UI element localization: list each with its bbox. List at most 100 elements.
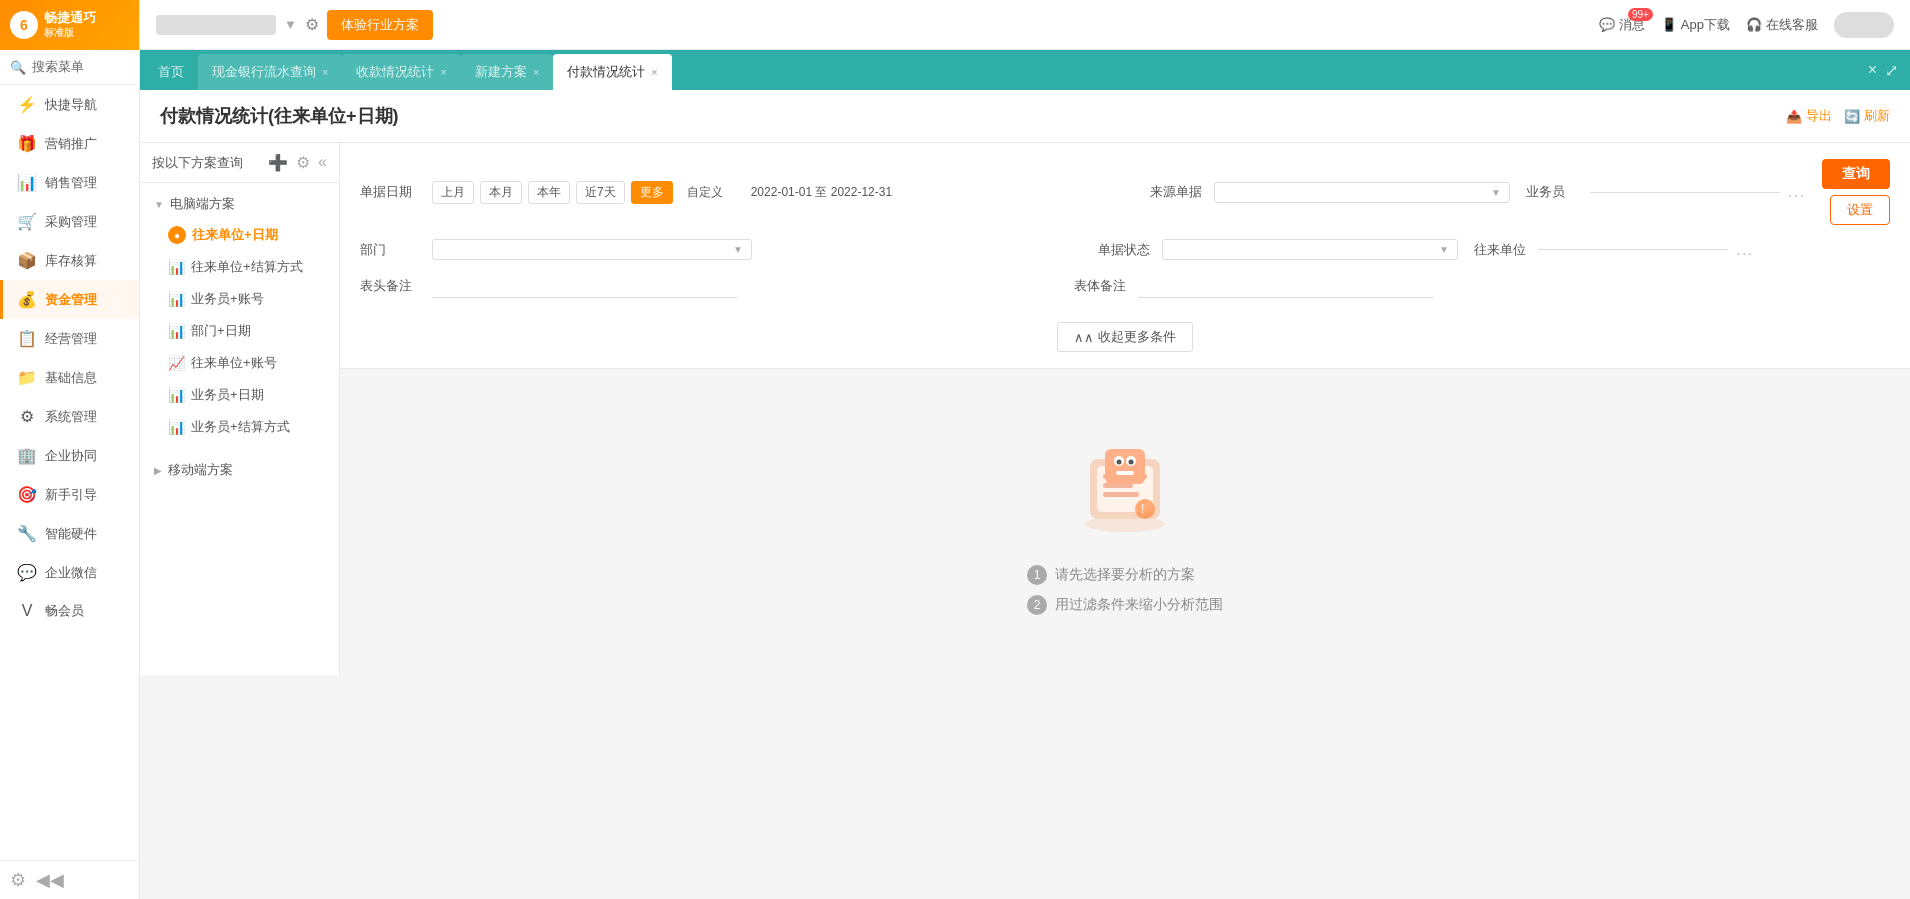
- date-btn-this-year[interactable]: 本年: [528, 181, 570, 204]
- salesperson-ellipsis[interactable]: ...: [1788, 184, 1806, 200]
- page-actions: 📤 导出 🔄 刷新: [1786, 107, 1890, 125]
- sidebar-item-system[interactable]: ⚙ 系统管理: [0, 397, 139, 436]
- tab-home[interactable]: 首页: [144, 54, 198, 90]
- date-btn-last-month[interactable]: 上月: [432, 181, 474, 204]
- tab-payment-stats[interactable]: 收款情况统计 ×: [342, 54, 460, 90]
- sidebar-search[interactable]: 🔍 搜索菜单: [0, 50, 139, 85]
- topbar-settings-icon[interactable]: ⚙: [305, 15, 319, 34]
- table-header-note-input[interactable]: [432, 274, 737, 298]
- quick-nav-label: 快捷导航: [45, 96, 97, 114]
- sidebar-item-wechat[interactable]: 💬 企业微信: [0, 553, 139, 592]
- marketing-label: 营销推广: [45, 135, 97, 153]
- system-icon: ⚙: [17, 407, 37, 426]
- topbar: ▼ ⚙ 体验行业方案 💬 消息 99+ 📱 App下载 🎧 在线客服: [140, 0, 1910, 50]
- sidebar-item-corp[interactable]: 🏢 企业协同: [0, 436, 139, 475]
- tab-new-plan-close[interactable]: ×: [533, 66, 539, 78]
- tab-expand-button[interactable]: ⤢: [1885, 61, 1898, 80]
- guide-label: 新手引导: [45, 486, 97, 504]
- query-actions: 查询 设置: [1822, 159, 1890, 225]
- plan-item-salesperson-date[interactable]: 📊 业务员+日期: [140, 379, 339, 411]
- plan-item-dept-date-label: 部门+日期: [191, 322, 251, 340]
- panel-add-icon[interactable]: ➕: [268, 153, 288, 172]
- sales-icon: 📊: [17, 173, 37, 192]
- table-header-note-label: 表头备注: [360, 277, 416, 295]
- tab-close-window-button[interactable]: ×: [1868, 61, 1877, 79]
- tabs-bar: 首页 现金银行流水查询 × 收款情况统计 × 新建方案 × 付款情况统计 × ×…: [140, 50, 1910, 90]
- desktop-section-title[interactable]: ▼ 电脑端方案: [140, 189, 339, 219]
- tab-bank-flow-label: 现金银行流水查询: [212, 63, 316, 81]
- tab-bank-flow-close[interactable]: ×: [322, 66, 328, 78]
- empty-tip-2: 2 用过滤条件来缩小分析范围: [1027, 595, 1223, 615]
- table-body-note-input[interactable]: [1138, 274, 1434, 298]
- system-label: 系统管理: [45, 408, 97, 426]
- app-name: 畅捷通巧: [44, 10, 96, 26]
- filter-date-btns: 上月 本月 本年 近7天 更多 自定义: [432, 181, 731, 204]
- filter-area: 单据日期 上月 本月 本年 近7天 更多 自定义 2022-01-01 至 20…: [340, 143, 1910, 369]
- user-avatar[interactable]: [1834, 12, 1894, 38]
- mobile-section-title[interactable]: ▶ 移动端方案: [140, 455, 339, 485]
- app-download-badge[interactable]: 📱 App下载: [1661, 16, 1730, 34]
- message-badge[interactable]: 💬 消息 99+: [1599, 16, 1645, 34]
- trial-button[interactable]: 体验行业方案: [327, 10, 433, 40]
- app-download-icon: 📱: [1661, 17, 1677, 32]
- sidebar-item-finance[interactable]: 💰 资金管理: [0, 280, 139, 319]
- sidebar-item-quick-nav[interactable]: ⚡ 快捷导航: [0, 85, 139, 124]
- plan-item-salesperson-settlement[interactable]: 📊 业务员+结算方式: [140, 411, 339, 443]
- sidebar-item-purchase[interactable]: 🛒 采购管理: [0, 202, 139, 241]
- footer-collapse-icon[interactable]: ◀◀: [36, 869, 64, 891]
- topbar-left: ▼ ⚙ 体验行业方案: [156, 10, 1587, 40]
- tab-new-plan[interactable]: 新建方案 ×: [461, 54, 553, 90]
- page-title: 付款情况统计(往来单位+日期): [160, 104, 399, 128]
- footer-settings-icon[interactable]: ⚙: [10, 869, 26, 891]
- dept-select-arrow: ▼: [733, 244, 743, 255]
- operations-label: 经营管理: [45, 330, 97, 348]
- doc-status-select[interactable]: ▼: [1162, 239, 1458, 260]
- wechat-icon: 💬: [17, 563, 37, 582]
- sidebar-item-inventory[interactable]: 📦 库存核算: [0, 241, 139, 280]
- desktop-chevron-icon: ▼: [154, 199, 164, 210]
- tab-payment-stats-close[interactable]: ×: [440, 66, 446, 78]
- date-custom-label[interactable]: 自定义: [679, 182, 731, 203]
- refresh-button[interactable]: 🔄 刷新: [1844, 107, 1890, 125]
- plan-item-partner-settlement[interactable]: 📊 往来单位+结算方式: [140, 251, 339, 283]
- filter-settings-button[interactable]: 设置: [1830, 195, 1890, 225]
- online-service-label: 在线客服: [1766, 16, 1818, 34]
- sidebar-item-member[interactable]: V 畅会员: [0, 592, 139, 630]
- plan-salesperson-account-icon: 📊: [168, 291, 185, 307]
- main: ▼ ⚙ 体验行业方案 💬 消息 99+ 📱 App下载 🎧 在线客服 首页: [140, 0, 1910, 899]
- topbar-chevron-icon: ▼: [284, 17, 297, 32]
- source-select[interactable]: ▼: [1214, 182, 1510, 203]
- plan-item-partner-date[interactable]: ● 往来单位+日期: [140, 219, 339, 251]
- tab-payment-detail-close[interactable]: ×: [651, 66, 657, 78]
- topbar-breadcrumb: [156, 15, 276, 35]
- left-panel: 按以下方案查询 ➕ ⚙ « ▼ 电脑端方案 ● 往: [140, 143, 340, 675]
- member-label: 畅会员: [45, 602, 84, 620]
- tab-payment-stats-label: 收款情况统计: [356, 63, 434, 81]
- date-btn-last-7days[interactable]: 近7天: [576, 181, 625, 204]
- message-count: 99+: [1628, 8, 1653, 21]
- panel-settings-icon[interactable]: ⚙: [296, 153, 310, 172]
- plan-item-dept-date[interactable]: 📊 部门+日期: [140, 315, 339, 347]
- query-button[interactable]: 查询: [1822, 159, 1890, 189]
- export-button[interactable]: 📤 导出: [1786, 107, 1832, 125]
- sidebar-item-marketing[interactable]: 🎁 营销推广: [0, 124, 139, 163]
- date-filter-label: 单据日期: [360, 183, 416, 201]
- sidebar-item-hardware[interactable]: 🔧 智能硬件: [0, 514, 139, 553]
- date-btn-this-month[interactable]: 本月: [480, 181, 522, 204]
- plan-item-salesperson-account[interactable]: 📊 业务员+账号: [140, 283, 339, 315]
- dept-select[interactable]: ▼: [432, 239, 752, 260]
- sidebar-item-guide[interactable]: 🎯 新手引导: [0, 475, 139, 514]
- sidebar-item-sales[interactable]: 📊 销售管理: [0, 163, 139, 202]
- sidebar-item-operations[interactable]: 📋 经营管理: [0, 319, 139, 358]
- sidebar-item-basic[interactable]: 📁 基础信息: [0, 358, 139, 397]
- tab-bank-flow[interactable]: 现金银行流水查询 ×: [198, 54, 342, 90]
- collapse-conditions-button[interactable]: ∧∧ 收起更多条件: [1057, 322, 1193, 352]
- tab-payment-detail[interactable]: 付款情况统计 ×: [553, 54, 671, 90]
- partner-ellipsis[interactable]: ...: [1736, 242, 1754, 258]
- operations-icon: 📋: [17, 329, 37, 348]
- online-service-badge[interactable]: 🎧 在线客服: [1746, 16, 1818, 34]
- panel-collapse-icon[interactable]: «: [318, 153, 327, 172]
- sidebar-nav: ⚡ 快捷导航 🎁 营销推广 📊 销售管理 🛒 采购管理 📦 库存核算 💰 资金管…: [0, 85, 139, 860]
- plan-item-partner-account[interactable]: 📈 往来单位+账号: [140, 347, 339, 379]
- date-btn-more[interactable]: 更多: [631, 181, 673, 204]
